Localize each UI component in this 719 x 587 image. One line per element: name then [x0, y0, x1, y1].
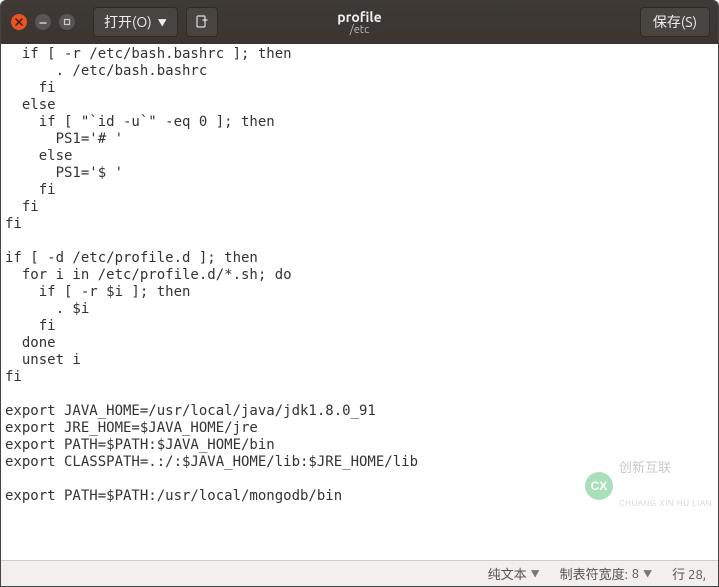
watermark-logo-icon: CX — [585, 472, 613, 500]
syntax-mode-label: 纯文本 — [488, 564, 527, 583]
tab-width-selector[interactable]: 制表符宽度: 8 ▼ — [550, 564, 663, 583]
close-icon[interactable] — [11, 14, 27, 30]
status-bar: 纯文本 ▼ 制表符宽度: 8 ▼ 行 28, — [1, 560, 718, 586]
watermark-sub: CHUANG XIN HU LIAN — [619, 498, 712, 510]
syntax-mode-selector[interactable]: 纯文本 ▼ — [478, 564, 550, 583]
watermark: CX 创新互联 CHUANG XIN HU LIAN — [585, 438, 712, 534]
window-controls — [1, 14, 75, 30]
watermark-text: 创新互联 CHUANG XIN HU LIAN — [619, 438, 712, 534]
titlebar: 打开(O) ▼ profile /etc 保存(S) — [1, 0, 718, 44]
cursor-position: 行 28, — [662, 564, 718, 583]
chevron-down-icon: ▼ — [158, 16, 167, 29]
save-button[interactable]: 保存(S) — [640, 7, 710, 37]
maximize-icon[interactable] — [59, 14, 75, 30]
open-button-label: 打开(O) — [104, 12, 152, 32]
chevron-down-icon: ▼ — [531, 567, 540, 580]
new-tab-button[interactable] — [186, 7, 218, 37]
minimize-icon[interactable] — [35, 14, 51, 30]
text-editor-area[interactable]: if [ -r /etc/bash.bashrc ]; then . /etc/… — [1, 44, 718, 560]
watermark-main: 创新互联 — [619, 462, 712, 474]
open-button[interactable]: 打开(O) ▼ — [93, 7, 178, 37]
editor-content: if [ -r /etc/bash.bashrc ]; then . /etc/… — [5, 46, 418, 504]
tab-width-value: 8 — [632, 567, 639, 581]
chevron-down-icon: ▼ — [643, 567, 652, 580]
save-button-label: 保存(S) — [653, 12, 697, 32]
tab-width-label: 制表符宽度: — [560, 564, 628, 583]
editor-window: 打开(O) ▼ profile /etc 保存(S) if [ -r /etc/… — [0, 0, 719, 587]
new-document-icon — [194, 14, 210, 30]
cursor-position-label: 行 28, — [672, 568, 706, 582]
